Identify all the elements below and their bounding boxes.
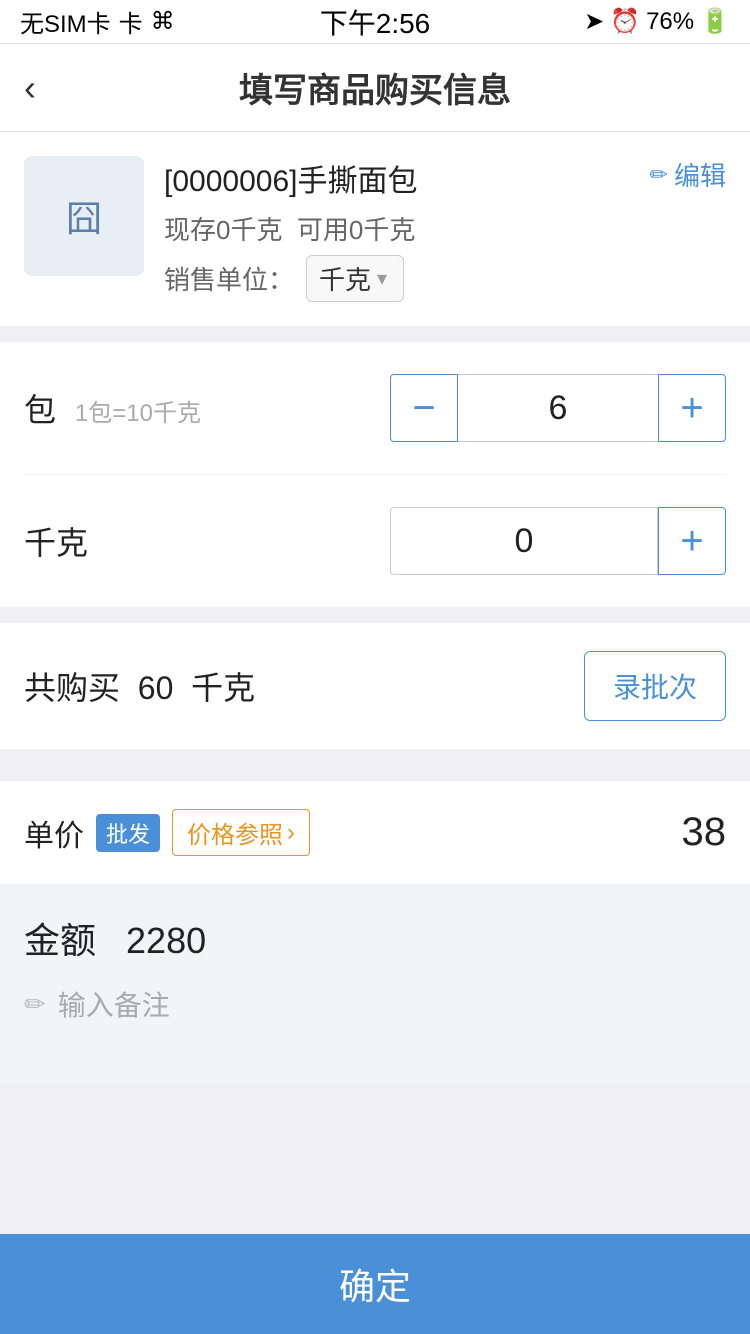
price-section: 单价 批发 价格参照 › 38 bbox=[0, 781, 750, 884]
status-bar: 无SIM卡 卡 ⌘ 下午2:56 ➤ ⏰ 76% 🔋 bbox=[0, 0, 750, 44]
batch-button[interactable]: 录批次 bbox=[584, 651, 726, 721]
bottom-spacer bbox=[0, 1084, 750, 1184]
price-value: 38 bbox=[682, 810, 727, 855]
kg-quantity-row: 千克 0 + bbox=[24, 475, 726, 607]
price-text: 单价 bbox=[24, 811, 84, 855]
summary-section: 共购买 60 千克 录批次 bbox=[0, 623, 750, 749]
alarm-icon: ⏰ bbox=[610, 7, 640, 36]
bag-quantity-control: − 6 + bbox=[390, 374, 726, 442]
divider-3 bbox=[0, 749, 750, 765]
edit-button[interactable]: ✏ 编辑 bbox=[650, 156, 726, 193]
bag-hint: 1包=10千克 bbox=[75, 400, 201, 427]
unit-value: 千克 bbox=[319, 260, 371, 297]
nav-bar: ‹ 填写商品购买信息 bbox=[0, 44, 750, 132]
status-time: 下午2:56 bbox=[320, 2, 431, 42]
page-title: 填写商品购买信息 bbox=[239, 63, 511, 112]
battery-icon: 🔋 bbox=[700, 7, 730, 36]
product-card: 囧 [0000006]手撕面包 现存0千克 可用0千克 销售单位： 千克 ▾ ✏… bbox=[0, 132, 750, 326]
bag-plus-button[interactable]: + bbox=[658, 374, 726, 442]
divider-2 bbox=[0, 607, 750, 623]
location-icon: ➤ bbox=[584, 7, 604, 36]
amount-row: 金额 2280 bbox=[24, 912, 726, 964]
edit-label: 编辑 bbox=[674, 156, 726, 193]
kg-label: 千克 bbox=[24, 518, 88, 564]
product-unit-row: 销售单位： 千克 ▾ bbox=[164, 255, 726, 302]
bag-quantity-input[interactable]: 6 bbox=[458, 374, 658, 442]
remark-row[interactable]: ✏ 输入备注 bbox=[24, 984, 726, 1044]
kg-quantity-control: 0 + bbox=[390, 507, 726, 575]
amount-value: 2280 bbox=[126, 920, 206, 961]
carrier-text: 无SIM卡 bbox=[20, 4, 111, 39]
status-right: ➤ ⏰ 76% 🔋 bbox=[584, 7, 730, 36]
kg-quantity-value: 0 bbox=[515, 522, 534, 561]
price-ref-arrow-icon: › bbox=[287, 819, 295, 847]
quantity-section: 包 1包=10千克 − 6 + 千克 0 + bbox=[0, 342, 750, 607]
amount-section: 金额 2280 ✏ 输入备注 bbox=[0, 884, 750, 1084]
status-left: 无SIM卡 卡 ⌘ bbox=[20, 4, 175, 39]
back-button[interactable]: ‹ bbox=[24, 67, 36, 109]
divider-1 bbox=[0, 326, 750, 342]
price-tag-pifa: 批发 bbox=[96, 814, 160, 852]
product-info: [0000006]手撕面包 现存0千克 可用0千克 销售单位： 千克 ▾ bbox=[164, 156, 726, 302]
bag-quantity-value: 6 bbox=[549, 389, 568, 428]
bag-label: 包 1包=10千克 bbox=[24, 385, 201, 431]
product-stock: 现存0千克 可用0千克 bbox=[164, 210, 726, 247]
product-thumbnail: 囧 bbox=[24, 156, 144, 276]
bag-minus-button[interactable]: − bbox=[390, 374, 458, 442]
amount-label: 金额 bbox=[24, 920, 96, 961]
product-name: [0000006]手撕面包 bbox=[164, 156, 726, 200]
battery-text: 76% bbox=[646, 8, 694, 36]
summary-amount: 60 bbox=[138, 670, 174, 706]
unit-label: 销售单位： bbox=[164, 260, 294, 297]
wifi-icon: ⌘ bbox=[151, 7, 175, 36]
price-label: 单价 批发 价格参照 › bbox=[24, 809, 310, 856]
unit-selector[interactable]: 千克 ▾ bbox=[306, 255, 404, 302]
price-reference-button[interactable]: 价格参照 › bbox=[172, 809, 310, 856]
kg-quantity-input[interactable]: 0 bbox=[390, 507, 658, 575]
edit-icon: ✏ bbox=[650, 162, 668, 188]
remark-placeholder: 输入备注 bbox=[58, 984, 170, 1024]
summary-text: 共购买 60 千克 bbox=[24, 663, 255, 709]
sim-text: 卡 bbox=[119, 4, 143, 39]
dropdown-arrow-icon: ▾ bbox=[377, 266, 387, 291]
product-logo: 囧 bbox=[66, 190, 102, 242]
confirm-button[interactable]: 确定 bbox=[0, 1234, 750, 1334]
pencil-icon: ✏ bbox=[24, 989, 46, 1020]
kg-plus-button[interactable]: + bbox=[658, 507, 726, 575]
bag-quantity-row: 包 1包=10千克 − 6 + bbox=[24, 342, 726, 475]
